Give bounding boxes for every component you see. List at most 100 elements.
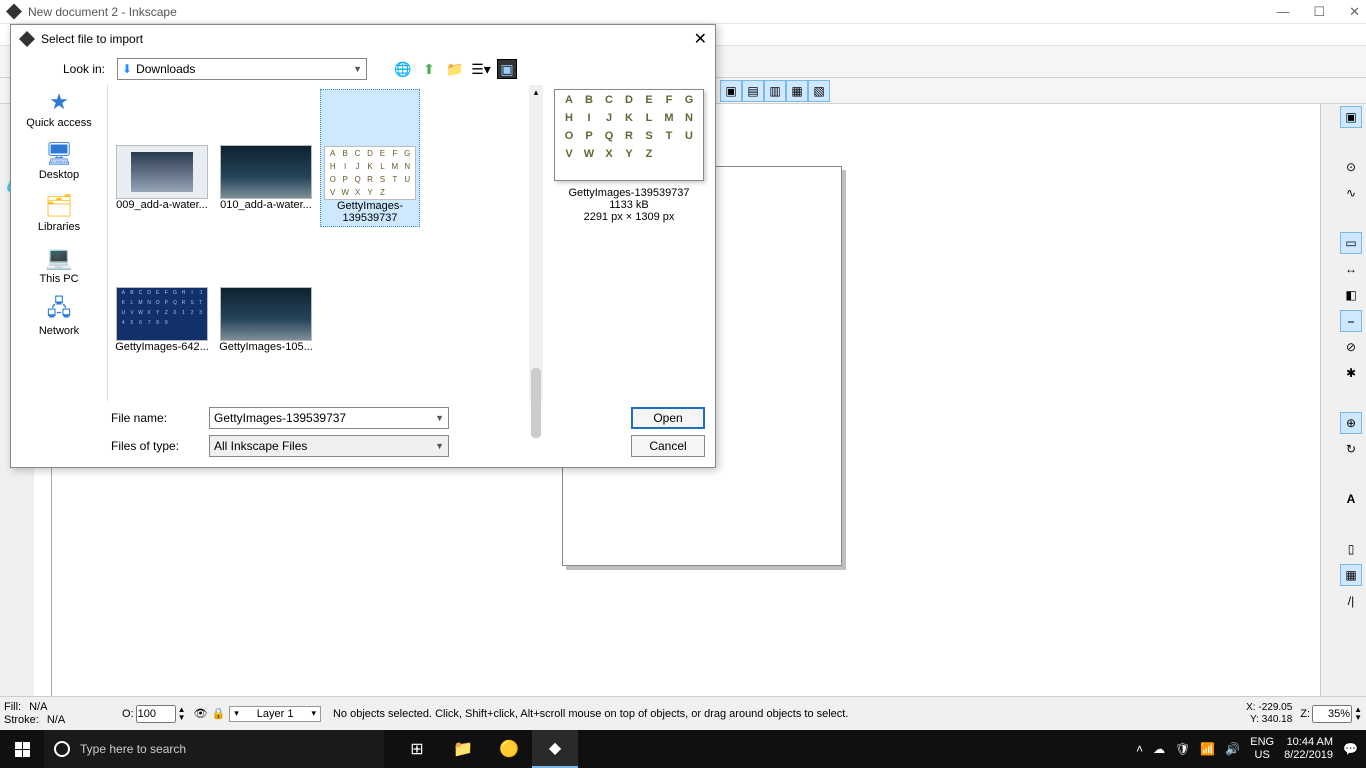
taskbar-clock[interactable]: 10:44 AM 8/22/2019 — [1284, 736, 1333, 762]
notifications-icon[interactable]: 💬 — [1343, 742, 1358, 756]
status-message: No objects selected. Click, Shift+click,… — [329, 708, 1238, 720]
file-preview-pane: ABCDEFGHIJKLMNOPQRSTUVWXYZ GettyImages-1… — [543, 85, 715, 401]
layer-name: Layer 1 — [257, 708, 294, 720]
file-item[interactable]: ABCDEFGHIJKLMNOPQRSTUVWXYZGettyImages-13… — [320, 89, 420, 227]
snap-toggle-icon[interactable]: ▣ — [1340, 106, 1362, 128]
snap-guide-icon[interactable]: ⎯ — [1340, 310, 1362, 332]
windows-taskbar: Type here to search ⊞ 📁 🟡 ◆ ˄ ☁ 🛡 📶 🔊 EN… — [0, 730, 1366, 768]
cursor-coords: X: -229.05 Y: 340.18 — [1246, 702, 1292, 726]
scrollbar-vertical[interactable] — [1320, 104, 1336, 730]
opacity-spinner-icon[interactable]: ▲▼ — [178, 706, 186, 722]
file-item[interactable]: 009_add-a-water... — [112, 89, 212, 227]
snap-rotation-icon[interactable]: ↻ — [1340, 438, 1362, 460]
cancel-button[interactable]: Cancel — [631, 435, 705, 457]
places-sidebar: ★Quick access 🖥Desktop 🗂Libraries 💻This … — [11, 85, 107, 401]
lock-toggle-icon[interactable]: 🔒 — [212, 707, 226, 720]
file-thumbnail — [220, 145, 312, 199]
snap-grid-icon[interactable]: ▦ — [1340, 564, 1362, 586]
tray-network-icon[interactable]: 📶 — [1200, 742, 1215, 756]
search-placeholder: Type here to search — [80, 742, 186, 756]
preview-filesize: 1133 kB — [547, 199, 711, 211]
taskbar-search[interactable]: Type here to search — [44, 730, 384, 768]
filename-label: File name: — [111, 411, 199, 425]
snap-guideline-icon[interactable]: /| — [1340, 590, 1362, 612]
inkscape-taskbar-icon[interactable]: ◆ — [532, 730, 578, 768]
layer-control: 👁 🔒 ▾ Layer 1 ▾ — [194, 706, 321, 722]
lookin-dropdown[interactable]: ⬇ Downloads ▼ — [117, 58, 367, 80]
filetype-dropdown[interactable]: All Inkscape Files ▼ — [209, 435, 449, 457]
place-libraries[interactable]: 🗂Libraries — [38, 193, 80, 233]
file-item[interactable]: GettyImages-105... — [216, 231, 316, 355]
window-titlebar: New document 2 - Inkscape — ☐ ✕ — [0, 0, 1366, 24]
close-button[interactable]: ✕ — [1349, 4, 1360, 20]
file-thumbnail: ABCDEFGHIJKLMNOPQRSTUVWXYZ0123456789 — [116, 287, 208, 341]
nav-back-icon[interactable]: 🌐 — [393, 59, 413, 79]
dialog-title: Select file to import — [41, 32, 143, 46]
maximize-button[interactable]: ☐ — [1313, 4, 1325, 20]
open-button[interactable]: Open — [631, 407, 705, 429]
snap-node-icon[interactable]: ⊙ — [1340, 156, 1362, 178]
snap-btn-1[interactable]: ▣ — [720, 80, 742, 102]
place-network[interactable]: 🖧Network — [39, 297, 79, 337]
folder-arrow-icon: ⬇ — [122, 62, 132, 76]
snap-btn-4[interactable]: ▦ — [786, 80, 808, 102]
nav-up-icon[interactable]: ⬆ — [419, 59, 439, 79]
start-button[interactable] — [0, 730, 44, 768]
lookin-label: Look in: — [19, 62, 109, 76]
snap-btn-3[interactable]: ▥ — [764, 80, 786, 102]
view-menu-icon[interactable]: ☰▾ — [471, 59, 491, 79]
snap-controls-right: ▣ ⊙ ∿ ▭ ↔ ◧ ⎯ ⊘ ✱ ⊕ ↻ A ▯ ▦ /| — [1336, 104, 1366, 730]
snap-bbox-icon[interactable]: ▭ — [1340, 232, 1362, 254]
file-list[interactable]: 009_add-a-water...010_add-a-water...ABCD… — [107, 85, 529, 401]
zoom-control: Z: ▲▼ — [1300, 705, 1362, 723]
file-item[interactable]: 010_add-a-water... — [216, 89, 316, 227]
tray-volume-icon[interactable]: 🔊 — [1225, 742, 1240, 756]
place-quick-access[interactable]: ★Quick access — [26, 89, 91, 129]
lookin-value: Downloads — [136, 62, 195, 76]
tray-chevron-up-icon[interactable]: ˄ — [1136, 742, 1143, 756]
snap-btn-5[interactable]: ▧ — [808, 80, 830, 102]
chevron-down-icon: ▼ — [353, 64, 362, 74]
snap-center-icon[interactable]: ⊕ — [1340, 412, 1362, 434]
file-explorer-icon[interactable]: 📁 — [440, 730, 486, 768]
opacity-input[interactable] — [136, 705, 176, 723]
layer-selector[interactable]: ▾ Layer 1 ▾ — [229, 706, 321, 722]
tray-onedrive-icon[interactable]: ☁ — [1153, 742, 1165, 756]
fill-stroke-indicator: Fill:N/A Stroke:N/A — [4, 701, 114, 727]
snap-btn-2[interactable]: ▤ — [742, 80, 764, 102]
snap-path-icon[interactable]: ∿ — [1340, 182, 1362, 204]
preview-dimensions: 2291 px × 1309 px — [547, 211, 711, 223]
place-desktop[interactable]: 🖥Desktop — [39, 141, 79, 181]
snap-edge-icon[interactable]: ↔ — [1340, 258, 1362, 280]
filename-input[interactable]: GettyImages-139539737 ▼ — [209, 407, 449, 429]
minimize-button[interactable]: — — [1276, 4, 1289, 20]
file-thumbnail: ABCDEFGHIJKLMNOPQRSTUVWXYZ — [324, 146, 416, 200]
snap-intersect-icon[interactable]: ✱ — [1340, 362, 1362, 384]
new-folder-icon[interactable]: 📁 — [445, 59, 465, 79]
dialog-titlebar: Select file to import ✕ — [11, 25, 715, 53]
language-indicator[interactable]: ENG US — [1250, 736, 1274, 762]
snap-corner-icon[interactable]: ◧ — [1340, 284, 1362, 306]
snap-midpoint-icon[interactable]: ⊘ — [1340, 336, 1362, 358]
chevron-down-icon: ▼ — [435, 441, 444, 451]
file-label: 009_add-a-water... — [116, 199, 208, 211]
snap-page-icon[interactable]: ▯ — [1340, 538, 1362, 560]
chrome-icon[interactable]: 🟡 — [486, 730, 532, 768]
status-bar: Fill:N/A Stroke:N/A O: ▲▼ 👁 🔒 ▾ Layer 1 … — [0, 696, 1366, 730]
file-item[interactable]: ABCDEFGHIJKLMNOPQRSTUVWXYZ0123456789Gett… — [112, 231, 212, 355]
tray-security-icon[interactable]: 🛡 — [1175, 742, 1190, 756]
visibility-toggle-icon[interactable]: 👁 — [194, 707, 208, 720]
zoom-spinner-icon[interactable]: ▲▼ — [1354, 706, 1362, 722]
system-tray: ˄ ☁ 🛡 📶 🔊 ENG US 10:44 AM 8/22/2019 💬 — [1136, 730, 1366, 768]
place-this-pc[interactable]: 💻This PC — [39, 245, 78, 285]
task-view-icon[interactable]: ⊞ — [394, 730, 440, 768]
opacity-label: O: — [122, 708, 134, 720]
preview-toggle-icon[interactable]: ▣ — [497, 59, 517, 79]
file-list-scrollbar[interactable]: ▴ ▾ — [529, 85, 543, 401]
dialog-close-button[interactable]: ✕ — [694, 29, 707, 49]
inkscape-icon — [6, 4, 22, 20]
filetype-label: Files of type: — [111, 439, 199, 453]
zoom-input[interactable] — [1312, 705, 1352, 723]
file-label: GettyImages-105... — [219, 341, 313, 353]
snap-text-icon[interactable]: A — [1340, 488, 1362, 510]
